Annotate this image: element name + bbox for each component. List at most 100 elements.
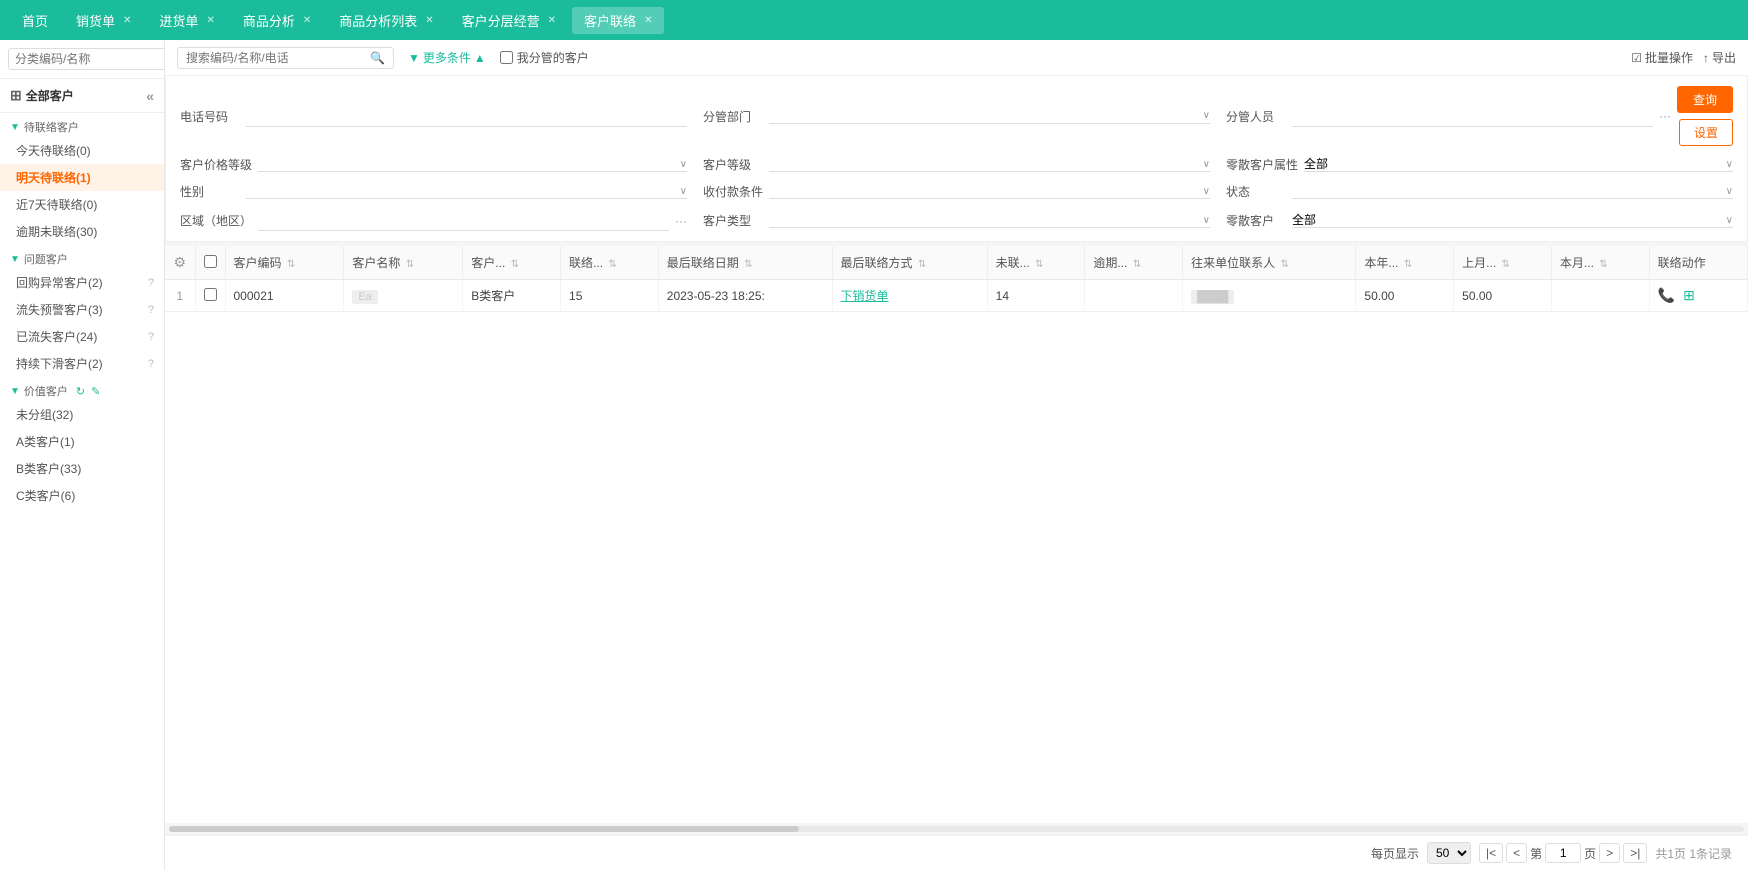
nav-customer-contact[interactable]: 客户联络 ✕ [572,7,664,34]
sidebar-search-input[interactable] [8,48,165,70]
grid-action-icon[interactable]: ⊞ [1683,287,1695,304]
page-first-btn[interactable]: |< [1479,843,1503,863]
right-buttons: ☑ 批量操作 ↑ 导出 [1631,49,1736,66]
batch-ops-btn[interactable]: ☑ 批量操作 [1631,49,1693,66]
retail-attr-select[interactable]: 全部 [1304,157,1724,171]
sidebar-item-declining[interactable]: 持续下滑客户(2) ? [0,350,164,377]
phone-input[interactable] [246,106,687,127]
nav-purchase[interactable]: 进货单 ✕ [147,7,226,34]
filter-price-grade: 客户价格等级 ∨ [180,156,687,173]
th-name[interactable]: 客户名称 ⇅ [344,246,463,280]
sidebar-item-churned[interactable]: 已流失客户(24) ? [0,323,164,350]
th-actions: 联络动作 [1649,246,1747,280]
th-this-year[interactable]: 本年... ⇅ [1356,246,1454,280]
collapse-icon[interactable]: « [146,88,154,104]
retail-customer-wrapper: 全部 ∨ [1292,213,1733,228]
td-num: 1 [165,280,195,312]
filter-more-btn[interactable]: ▼ 更多条件 ▲ [402,46,492,69]
my-customers-checkbox[interactable] [500,51,513,64]
th-code[interactable]: 客户编码 ⇅ [225,246,344,280]
th-last-method[interactable]: 最后联络方式 ⇅ [832,246,987,280]
sidebar-all-customers[interactable]: ⊞ 全部客户 « [0,79,164,113]
sort-icon-code: ⇅ [287,259,295,270]
gender-select[interactable] [246,184,678,198]
gender-arrow-icon: ∨ [680,186,687,197]
phone-action-icon[interactable]: 📞 [1658,287,1675,304]
region-input[interactable] [258,210,669,231]
page-input[interactable] [1545,843,1581,863]
th-last-date[interactable]: 最后联络日期 ⇅ [658,246,832,280]
close-purchase-icon[interactable]: ✕ [206,15,214,26]
nav-product-list[interactable]: 商品分析列表 ✕ [327,7,445,34]
sidebar-item-repurchase[interactable]: 回购异常客户(2) ? [0,269,164,296]
close-product-analysis-icon[interactable]: ✕ [303,15,311,26]
setting-button[interactable]: 设置 [1679,119,1733,146]
sidebar-item-b-class[interactable]: B类客户(33) [0,455,164,482]
page-next-btn[interactable]: > [1599,843,1620,863]
filter-dept: 分管部门 ∨ [703,86,1210,146]
th-this-month[interactable]: 本月... ⇅ [1551,246,1649,280]
row-checkbox[interactable] [204,288,217,301]
person-more-icon[interactable]: ··· [1659,109,1671,123]
export-btn[interactable]: ↑ 导出 [1703,49,1736,66]
sort-icon-method: ⇅ [918,259,926,270]
th-unlinked[interactable]: 未联... ⇅ [987,246,1085,280]
price-grade-select[interactable] [258,157,678,171]
th-last-month[interactable]: 上月... ⇅ [1454,246,1552,280]
retail-customer-select[interactable]: 全部 [1292,213,1724,227]
triangle-icon: ▼ [10,122,20,133]
search-input[interactable] [186,51,366,65]
per-page-select[interactable]: 50 [1427,842,1471,864]
select-all-checkbox[interactable] [204,255,217,268]
th-contact-person[interactable]: 往来单位联系人 ⇅ [1183,246,1356,280]
sidebar-item-a-class[interactable]: A类客户(1) [0,428,164,455]
last-method-link[interactable]: 下销货单 [841,289,889,303]
triangle-icon3: ▼ [10,386,20,397]
status-select[interactable] [1292,184,1724,198]
person-input[interactable] [1292,106,1653,127]
table-row: 1 000021 Ea B类客户 15 2023-05-23 18:25: 下销… [165,280,1748,312]
sort-icon-contact: ⇅ [608,259,616,270]
sidebar-item-7days[interactable]: 近7天待联络(0) [0,191,164,218]
settings-gear-icon[interactable]: ⚙ [173,254,186,270]
sidebar-item-churn-warning[interactable]: 流失预警客户(3) ? [0,296,164,323]
dept-select[interactable] [769,109,1201,123]
nav-customer-tier[interactable]: 客户分层经营 ✕ [450,7,568,34]
close-customer-tier-icon[interactable]: ✕ [548,15,556,26]
my-customers-checkbox-label[interactable]: 我分管的客户 [500,49,589,66]
sidebar-item-overdue[interactable]: 逾期未联络(30) [0,218,164,245]
region-more-icon[interactable]: ··· [675,214,687,228]
th-overdue[interactable]: 逾期... ⇅ [1085,246,1183,280]
sort-icon-overdue: ⇅ [1133,259,1141,270]
sidebar-item-c-class[interactable]: C类客户(6) [0,482,164,509]
edit-icon[interactable]: ✎ [91,385,100,398]
retail-customer-arrow-icon: ∨ [1726,215,1733,226]
th-gear: ⚙ [165,246,195,280]
search-submit-icon[interactable]: 🔍 [370,51,385,65]
sidebar-item-ungrouped[interactable]: 未分组(32) [0,401,164,428]
scroll-thumb[interactable] [169,826,799,832]
payment-select[interactable] [769,184,1201,198]
nav-sales[interactable]: 销货单 ✕ [64,7,143,34]
nav-home[interactable]: 首页 [10,7,60,34]
close-customer-contact-icon[interactable]: ✕ [644,15,652,26]
horizontal-scrollbar[interactable] [165,823,1748,835]
toolbar: 🔍 ▼ 更多条件 ▲ 我分管的客户 ☑ 批量操作 ↑ 导出 [165,40,1748,76]
retail-attr-wrapper: 全部 ∨ [1304,157,1733,172]
page-prev-btn[interactable]: < [1506,843,1527,863]
sidebar-item-today[interactable]: 今天待联络(0) [0,137,164,164]
close-product-list-icon[interactable]: ✕ [425,15,433,26]
customer-grade-wrapper: ∨ [769,157,1210,172]
refresh-icon[interactable]: ↻ [76,385,85,398]
sidebar-item-tomorrow[interactable]: 明天待联络(1) [0,164,164,191]
help-icon4: ? [148,358,154,370]
th-customer-type[interactable]: 客户... ⇅ [463,246,561,280]
th-contact-count[interactable]: 联络... ⇅ [561,246,659,280]
query-button[interactable]: 查询 [1677,86,1733,113]
close-sales-icon[interactable]: ✕ [123,15,131,26]
payment-wrapper: ∨ [769,184,1210,199]
nav-product-analysis[interactable]: 商品分析 ✕ [231,7,323,34]
customer-grade-select[interactable] [769,157,1201,171]
customer-type-select[interactable] [769,213,1201,227]
page-last-btn[interactable]: >| [1623,843,1647,863]
